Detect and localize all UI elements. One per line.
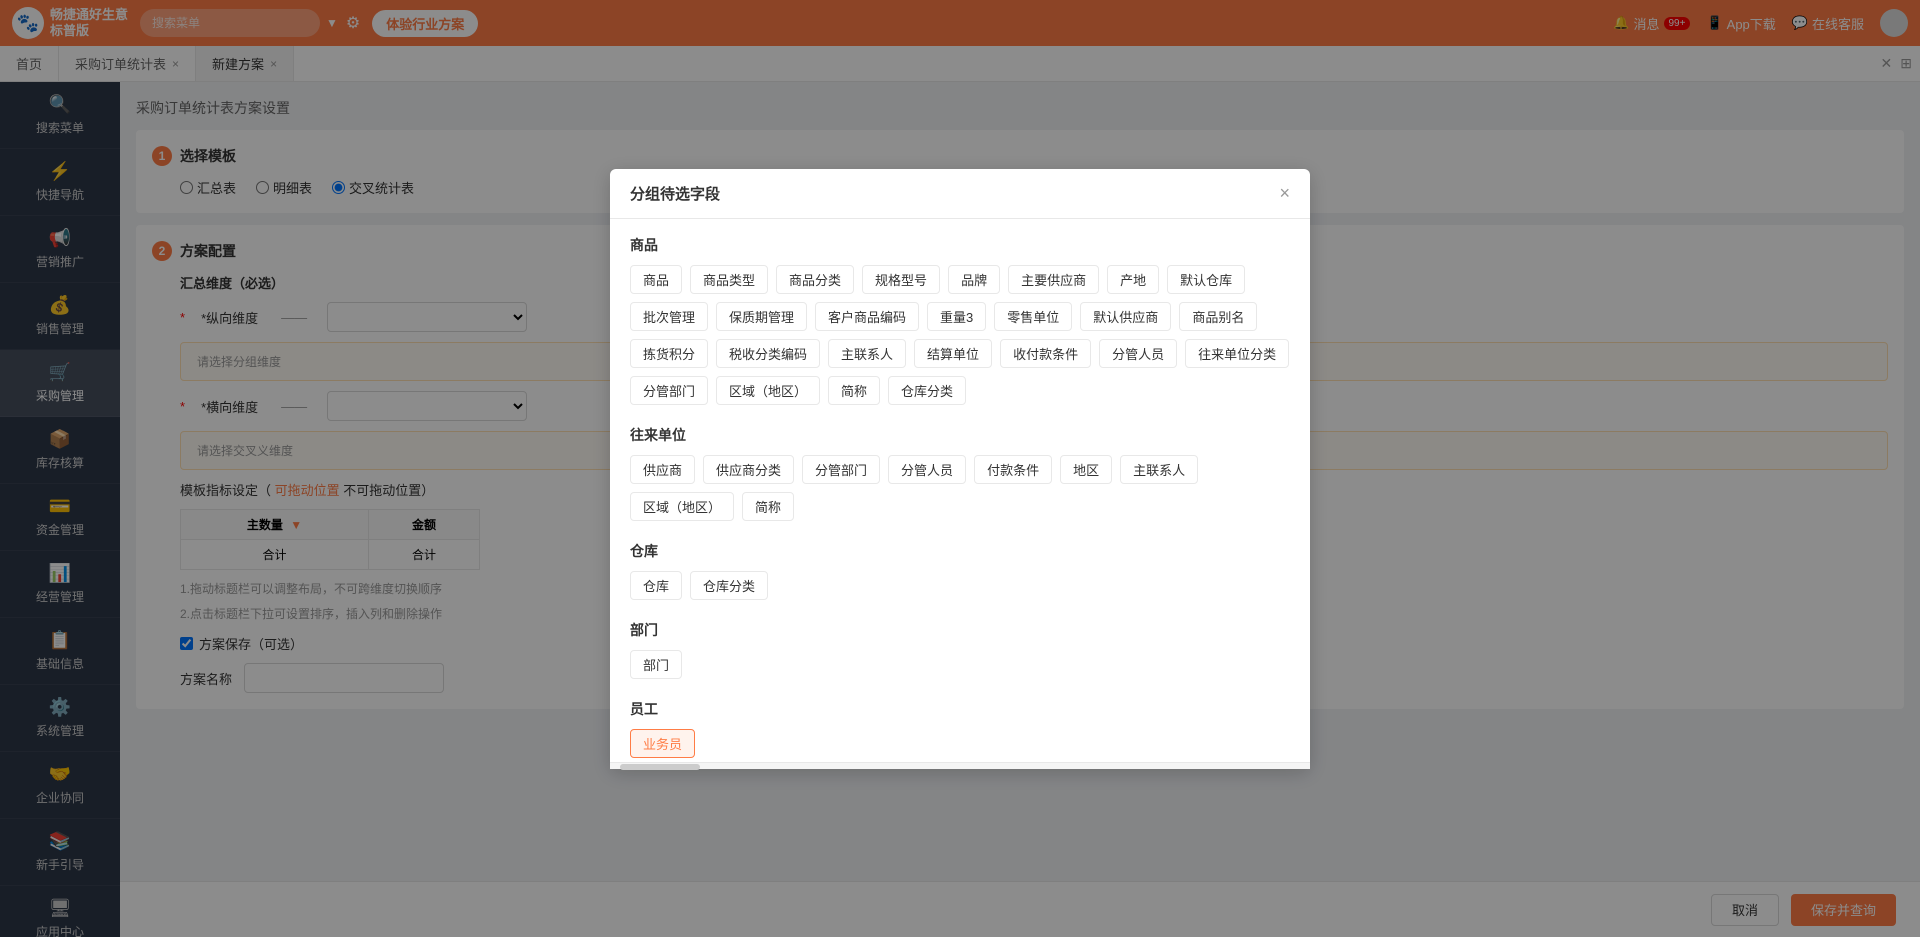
field-tag-quality-mgmt[interactable]: 保质期管理: [716, 302, 807, 331]
field-tag-settle-unit[interactable]: 结算单位: [914, 339, 992, 368]
modal-title: 分组待选字段: [630, 183, 720, 204]
field-section-warehouse-title: 仓库: [630, 541, 1290, 561]
modal-hscrollbar-thumb[interactable]: [620, 764, 700, 770]
field-tag-pick-score[interactable]: 拣货积分: [630, 339, 708, 368]
field-tag-main-supplier[interactable]: 主要供应商: [1008, 265, 1099, 294]
field-section-department-title: 部门: [630, 620, 1290, 640]
field-tag-area[interactable]: 地区: [1060, 455, 1112, 484]
field-tag-dept[interactable]: 分管部门: [630, 376, 708, 405]
field-tag-department[interactable]: 部门: [630, 650, 682, 679]
field-section-goods: 商品 商品 商品类型 商品分类 规格型号 品牌 主要供应商 产地 默认仓库 批次…: [630, 235, 1290, 405]
field-select-modal: 分组待选字段 × 商品 商品 商品类型 商品分类 规格型号 品牌 主要供应商 产…: [610, 169, 1310, 769]
field-tag-goods[interactable]: 商品: [630, 265, 682, 294]
field-tags-employee: 业务员: [630, 729, 1290, 758]
field-tag-party-region[interactable]: 区域（地区）: [630, 492, 734, 521]
field-tags-goods: 商品 商品类型 商品分类 规格型号 品牌 主要供应商 产地 默认仓库 批次管理 …: [630, 265, 1290, 405]
field-tag-party-abbrev[interactable]: 简称: [742, 492, 794, 521]
field-section-employee-title: 员工: [630, 699, 1290, 719]
field-tag-payment-terms[interactable]: 收付款条件: [1000, 339, 1091, 368]
field-section-goods-title: 商品: [630, 235, 1290, 255]
field-tag-party-dept[interactable]: 分管部门: [802, 455, 880, 484]
field-section-party: 往来单位 供应商 供应商分类 分管部门 分管人员 付款条件 地区 主联系人 区域…: [630, 425, 1290, 521]
field-tag-warehouse[interactable]: 仓库: [630, 571, 682, 600]
modal-hscrollbar[interactable]: [610, 762, 1310, 768]
field-tag-batch-mgmt[interactable]: 批次管理: [630, 302, 708, 331]
field-tag-default-supplier[interactable]: 默认供应商: [1080, 302, 1171, 331]
field-tag-salesman[interactable]: 业务员: [630, 729, 695, 758]
modal-close-button[interactable]: ×: [1279, 183, 1290, 204]
field-tags-department: 部门: [630, 650, 1290, 679]
modal-overlay[interactable]: 分组待选字段 × 商品 商品 商品类型 商品分类 规格型号 品牌 主要供应商 产…: [0, 0, 1920, 937]
field-tags-party: 供应商 供应商分类 分管部门 分管人员 付款条件 地区 主联系人 区域（地区） …: [630, 455, 1290, 521]
modal-body: 商品 商品 商品类型 商品分类 规格型号 品牌 主要供应商 产地 默认仓库 批次…: [610, 219, 1310, 763]
field-tag-tax-code[interactable]: 税收分类编码: [716, 339, 820, 368]
field-section-party-title: 往来单位: [630, 425, 1290, 445]
field-tag-party-category[interactable]: 往来单位分类: [1185, 339, 1289, 368]
field-tag-brand[interactable]: 品牌: [948, 265, 1000, 294]
field-tag-retail-unit[interactable]: 零售单位: [994, 302, 1072, 331]
field-tag-default-warehouse[interactable]: 默认仓库: [1167, 265, 1245, 294]
field-tag-party-manager[interactable]: 分管人员: [888, 455, 966, 484]
field-tags-warehouse: 仓库 仓库分类: [630, 571, 1290, 600]
field-tag-wh-category[interactable]: 仓库分类: [690, 571, 768, 600]
field-tag-goods-type[interactable]: 商品类型: [690, 265, 768, 294]
field-tag-abbrev[interactable]: 简称: [828, 376, 880, 405]
field-tag-pay-terms[interactable]: 付款条件: [974, 455, 1052, 484]
field-tag-warehouse-category[interactable]: 仓库分类: [888, 376, 966, 405]
field-tag-supplier-category[interactable]: 供应商分类: [703, 455, 794, 484]
field-section-employee: 员工 业务员: [630, 699, 1290, 758]
modal-header: 分组待选字段 ×: [610, 169, 1310, 219]
field-section-department: 部门 部门: [630, 620, 1290, 679]
field-tag-main-contact[interactable]: 主联系人: [828, 339, 906, 368]
field-tag-spec[interactable]: 规格型号: [862, 265, 940, 294]
field-tag-manager[interactable]: 分管人员: [1099, 339, 1177, 368]
field-tag-origin[interactable]: 产地: [1107, 265, 1159, 294]
field-tag-supplier[interactable]: 供应商: [630, 455, 695, 484]
field-tag-customer-code[interactable]: 客户商品编码: [815, 302, 919, 331]
field-tag-goods-category[interactable]: 商品分类: [776, 265, 854, 294]
field-tag-region[interactable]: 区域（地区）: [716, 376, 820, 405]
field-tag-party-contact[interactable]: 主联系人: [1120, 455, 1198, 484]
field-section-warehouse: 仓库 仓库 仓库分类: [630, 541, 1290, 600]
field-tag-weight[interactable]: 重量3: [927, 302, 986, 331]
field-tag-goods-alias[interactable]: 商品别名: [1179, 302, 1257, 331]
